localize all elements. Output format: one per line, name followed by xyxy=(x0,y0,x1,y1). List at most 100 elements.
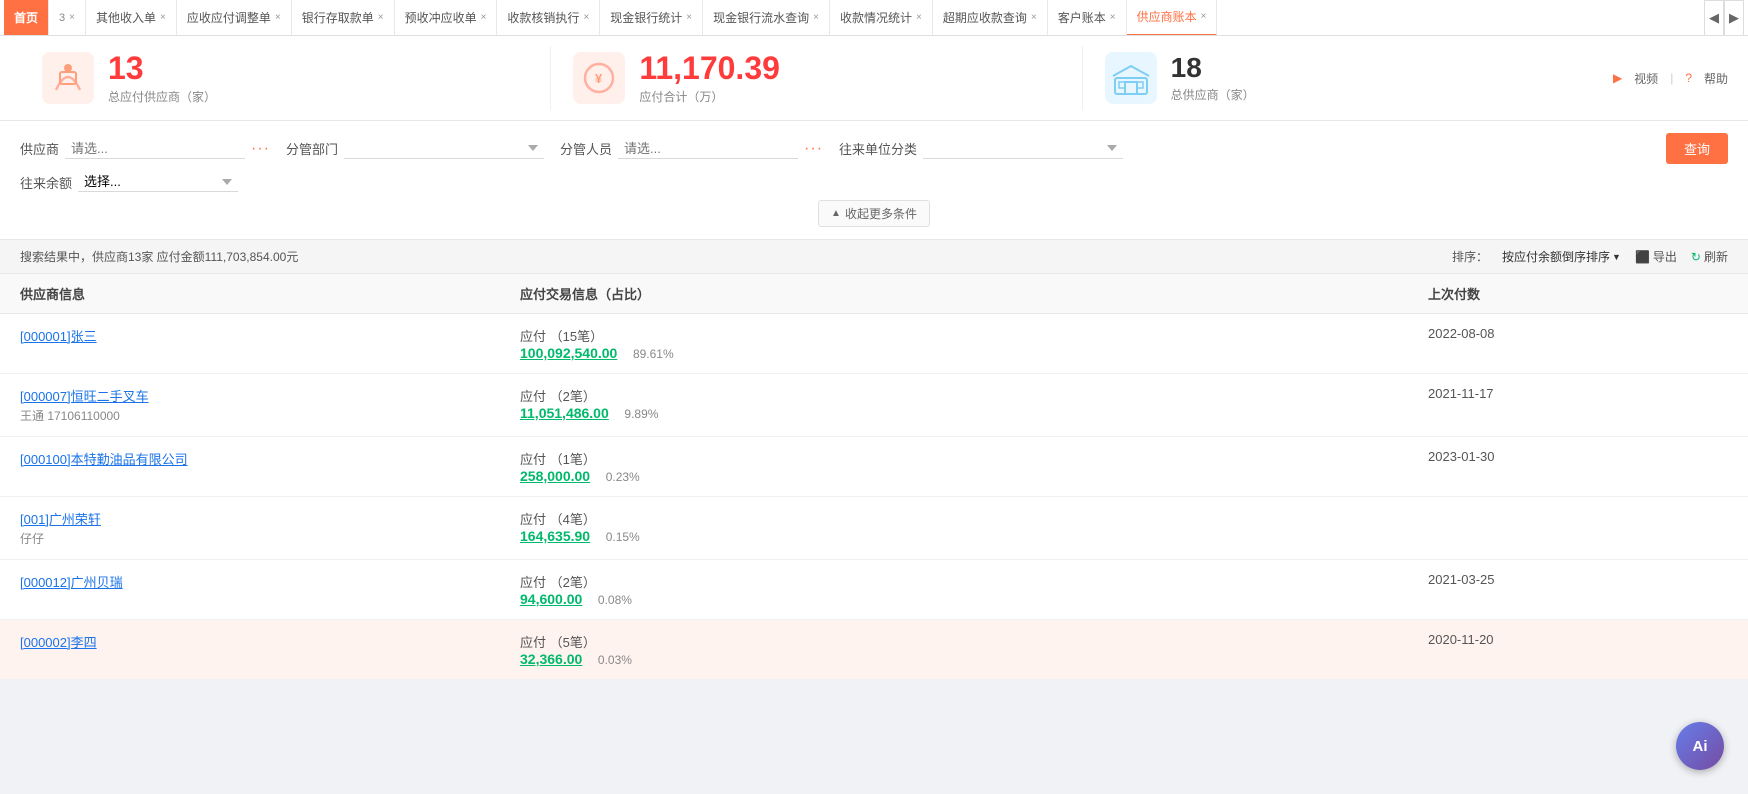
nav-tab-3[interactable]: 3 × xyxy=(49,0,86,36)
person-filter-dots[interactable]: ··· xyxy=(804,140,823,158)
filter-balance: 往来余额 选择... xyxy=(20,172,238,192)
nav-tab-collection-stats-close[interactable]: × xyxy=(916,12,922,23)
nav-tab-bank-deposit[interactable]: 银行存取款单 × xyxy=(292,0,395,36)
payable-pct: 0.08% xyxy=(598,593,632,607)
nav-tab-overdue-ar[interactable]: 超期应收款查询 × xyxy=(933,0,1048,36)
supplier-link[interactable]: [000001]张三 xyxy=(20,329,97,344)
payable-text: 应付 xyxy=(520,329,546,344)
supplier-sub: 仔仔 xyxy=(20,530,520,547)
person-filter-input[interactable] xyxy=(618,139,798,159)
filter-area: 供应商 ··· 分管部门 分管人员 ··· 往来单位分类 查询 xyxy=(0,121,1748,240)
category-filter-label: 往来单位分类 xyxy=(839,139,917,158)
payable-amount[interactable]: 100,092,540.00 xyxy=(520,345,617,361)
dept-filter-select[interactable] xyxy=(344,139,544,159)
nav-tab-overdue-ar-close[interactable]: × xyxy=(1031,12,1037,23)
payable-amount-row: 32,366.00 0.03% xyxy=(520,651,1428,667)
nav-tab-home[interactable]: 首页 xyxy=(4,0,49,36)
supplier-sub: 王通 17106110000 xyxy=(20,407,520,424)
nav-tab-ar-ap-adjust[interactable]: 应收应付调整单 × xyxy=(177,0,292,36)
payable-label: 应付 （1笔） xyxy=(520,449,1428,468)
payable-amount[interactable]: 94,600.00 xyxy=(520,591,582,607)
payable-text: 应付 xyxy=(520,575,546,590)
supplier-filter-input[interactable] xyxy=(65,139,245,159)
payable-total-icon: ¥ xyxy=(571,50,627,106)
supplier-link[interactable]: [000007]恒旺二手叉车 xyxy=(20,389,149,404)
ai-assistant-button[interactable]: Ai xyxy=(1676,722,1724,770)
help-link[interactable]: 帮助 xyxy=(1704,70,1728,87)
nav-tab-collection-exec[interactable]: 收款核销执行 × xyxy=(497,0,600,36)
video-link[interactable]: 视频 xyxy=(1634,70,1658,87)
supplier-link[interactable]: [000100]本特勤油品有限公司 xyxy=(20,452,188,467)
supplier-link[interactable]: [000002]李四 xyxy=(20,635,97,650)
payable-amount-row: 164,635.90 0.15% xyxy=(520,528,1428,544)
table-row: [001]广州荣轩 仔仔 应付 （4笔） 164,635.90 0.15% xyxy=(0,497,1748,560)
supplier-info-cell: [000002]李四 xyxy=(20,632,520,651)
payable-amount[interactable]: 258,000.00 xyxy=(520,468,590,484)
payable-amount[interactable]: 164,635.90 xyxy=(520,528,590,544)
payable-info-cell: 应付 （2笔） 11,051,486.00 9.89% xyxy=(520,386,1428,421)
stats-bar: 13 总应付供应商（家） ¥ 11,170.39 应付合计（万） xyxy=(0,36,1748,121)
nav-tab-advance-collect-close[interactable]: × xyxy=(481,12,487,23)
nav-tab-cash-bank-stats-close[interactable]: × xyxy=(686,12,692,23)
supplier-info-cell: [000001]张三 xyxy=(20,326,520,345)
nav-tab-supplier-account-label: 供应商账本 xyxy=(1137,8,1197,25)
nav-tab-collection-stats-label: 收款情况统计 xyxy=(840,9,912,26)
result-actions: 排序： 按应付余额倒序排序 ▼ ⬛ 导出 ↻ 刷新 xyxy=(1452,248,1728,265)
nav-tab-supplier-account-close[interactable]: × xyxy=(1201,11,1207,22)
nav-scroll-right[interactable]: ▶ xyxy=(1724,0,1744,36)
payable-amount-row: 11,051,486.00 9.89% xyxy=(520,405,1428,421)
supplier-info-cell: [000007]恒旺二手叉车 王通 17106110000 xyxy=(20,386,520,424)
payable-count: （1笔） xyxy=(550,452,596,467)
nav-tab-bank-deposit-close[interactable]: × xyxy=(378,12,384,23)
collapse-filter-button[interactable]: ▲ 收起更多条件 xyxy=(818,200,930,227)
filter-person: 分管人员 ··· xyxy=(560,139,823,159)
balance-filter-select[interactable]: 选择... xyxy=(78,172,238,192)
payable-amount[interactable]: 11,051,486.00 xyxy=(520,405,609,421)
nav-tab-cash-bank-flow[interactable]: 现金银行流水查询 × xyxy=(703,0,830,36)
nav-tab-collection-stats[interactable]: 收款情况统计 × xyxy=(830,0,933,36)
sort-value[interactable]: 按应付余额倒序排序 ▼ xyxy=(1502,248,1621,265)
search-button[interactable]: 查询 xyxy=(1666,133,1728,164)
payable-label: 应付 （2笔） xyxy=(520,386,1428,405)
video-link-icon: ▶ xyxy=(1613,71,1622,85)
payable-suppliers-label: 总应付供应商（家） xyxy=(108,88,216,105)
nav-tab-ar-ap-adjust-label: 应收应付调整单 xyxy=(187,9,271,26)
result-bar: 搜索结果中，供应商13家 应付金额111,703,854.00元 排序： 按应付… xyxy=(0,240,1748,274)
last-date-cell: 2021-03-25 xyxy=(1428,572,1728,587)
refresh-button[interactable]: ↻ 刷新 xyxy=(1691,248,1728,265)
payable-label: 应付 （5笔） xyxy=(520,632,1428,651)
nav-tab-other-income-close[interactable]: × xyxy=(160,12,166,23)
nav-tab-advance-collect[interactable]: 预收冲应收单 × xyxy=(395,0,498,36)
col-payable-header: 应付交易信息（占比） xyxy=(520,284,1428,303)
nav-tab-cash-bank-flow-label: 现金银行流水查询 xyxy=(713,9,809,26)
nav-scroll-left[interactable]: ◀ xyxy=(1704,0,1724,36)
nav-tab-customer-account[interactable]: 客户账本 × xyxy=(1048,0,1127,36)
collapse-filter-label: 收起更多条件 xyxy=(845,205,917,222)
payable-suppliers-num: 13 xyxy=(108,51,216,86)
payable-amount-row: 94,600.00 0.08% xyxy=(520,591,1428,607)
category-filter-select[interactable] xyxy=(923,139,1123,159)
nav-tab-ar-ap-adjust-close[interactable]: × xyxy=(275,12,281,23)
dept-filter-label: 分管部门 xyxy=(286,139,338,158)
nav-tab-collection-exec-close[interactable]: × xyxy=(583,12,589,23)
supplier-filter-dots[interactable]: ··· xyxy=(251,140,270,158)
nav-tab-customer-account-close[interactable]: × xyxy=(1110,12,1116,23)
nav-tab-other-income[interactable]: 其他收入单 × xyxy=(86,0,177,36)
payable-amount[interactable]: 32,366.00 xyxy=(520,651,582,667)
refresh-label: 刷新 xyxy=(1704,248,1728,265)
filter-supplier: 供应商 ··· xyxy=(20,139,270,159)
supplier-link[interactable]: [001]广州荣轩 xyxy=(20,512,101,527)
nav-tab-cash-bank-stats[interactable]: 现金银行统计 × xyxy=(600,0,703,36)
nav-tab-3-close[interactable]: × xyxy=(69,12,75,23)
top-navigation: 首页 3 × 其他收入单 × 应收应付调整单 × 银行存取款单 × 预收冲应收单… xyxy=(0,0,1748,36)
top-right-links: ▶ 视频 | ? 帮助 xyxy=(1613,70,1728,87)
stat-payable-total-info: 11,170.39 应付合计（万） xyxy=(639,51,780,105)
nav-tab-supplier-account[interactable]: 供应商账本 × xyxy=(1127,0,1218,36)
nav-tab-cash-bank-flow-close[interactable]: × xyxy=(813,12,819,23)
export-button[interactable]: ⬛ 导出 xyxy=(1635,248,1677,265)
last-date-cell: 2020-11-20 xyxy=(1428,632,1728,647)
stat-payable-suppliers-info: 13 总应付供应商（家） xyxy=(108,51,216,105)
supplier-link[interactable]: [000012]广州贝瑞 xyxy=(20,575,123,590)
payable-count: （15笔） xyxy=(550,329,603,344)
last-date-cell: 2023-01-30 xyxy=(1428,449,1728,464)
